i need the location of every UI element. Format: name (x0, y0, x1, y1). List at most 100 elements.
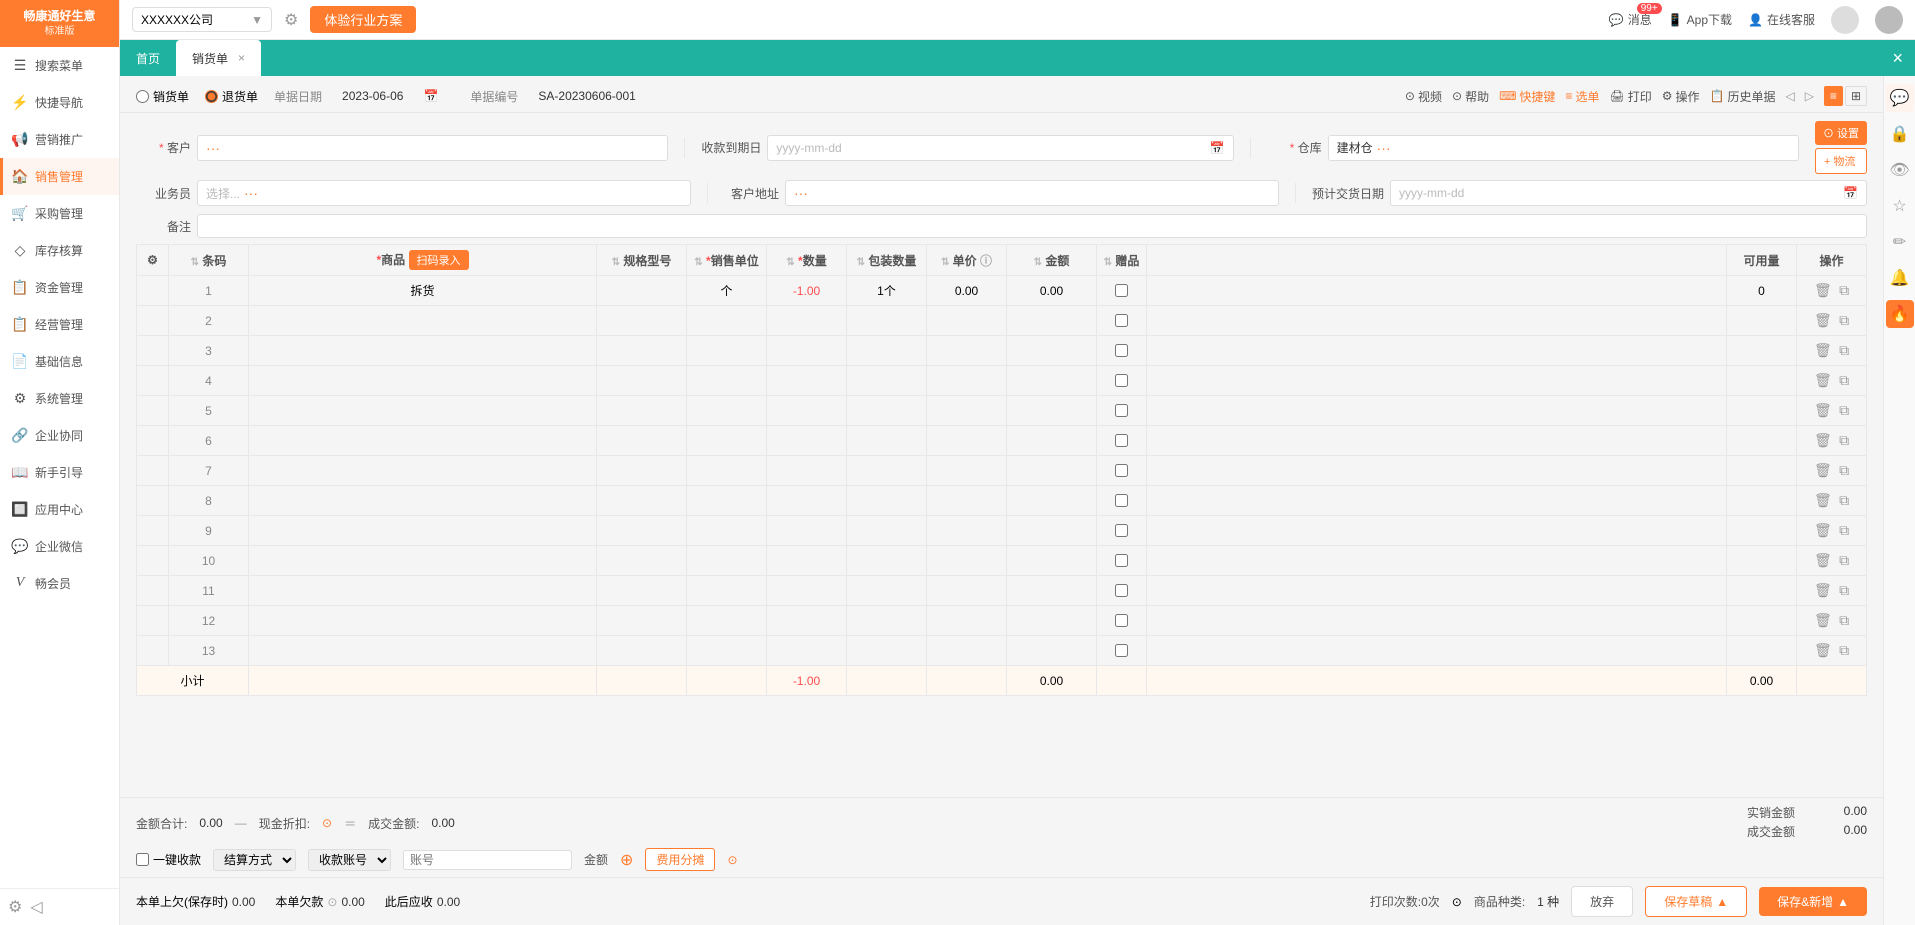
row-unit[interactable] (687, 426, 767, 456)
row-spec[interactable] (597, 396, 687, 426)
row-amount[interactable] (1007, 636, 1097, 666)
row-price[interactable] (927, 606, 1007, 636)
row-unit[interactable] (687, 486, 767, 516)
gift-checkbox[interactable] (1115, 554, 1128, 567)
th-spec[interactable]: ⇅ 规格型号 (597, 245, 687, 276)
operate-btn[interactable]: ⚙ 操作 (1662, 88, 1700, 105)
row-amount[interactable] (1007, 576, 1097, 606)
sidebar-item-marketing[interactable]: 📢 营销推广 (0, 121, 119, 158)
gift-checkbox[interactable] (1115, 344, 1128, 357)
row-qty[interactable] (767, 366, 847, 396)
sidebar-item-finance[interactable]: 📋 资金管理 (0, 269, 119, 306)
copy-row-btn[interactable]: ⧉ (1839, 402, 1849, 418)
th-amount[interactable]: ⇅ 金额 (1007, 245, 1097, 276)
row-gift[interactable] (1097, 306, 1147, 336)
row-gift[interactable] (1097, 516, 1147, 546)
delete-row-btn[interactable]: 🗑 (1814, 492, 1832, 508)
nav-next-icon[interactable]: ▷ (1805, 89, 1814, 103)
row-spec[interactable] (597, 486, 687, 516)
due-date-input[interactable]: yyyy-mm-dd 📅 (767, 135, 1233, 161)
row-gift[interactable] (1097, 396, 1147, 426)
company-selector[interactable]: XXXXXX公司 ▼ (132, 7, 272, 32)
row-qty[interactable] (767, 426, 847, 456)
th-price[interactable]: ⇅ 单价 ⓘ (927, 245, 1007, 276)
sidebar-item-system[interactable]: ⚙ 系统管理 (0, 380, 119, 417)
sidebar-item-app-center[interactable]: 🔲 应用中心 (0, 491, 119, 528)
salesperson-input[interactable]: 选择... ··· (197, 180, 691, 206)
row-qty[interactable] (767, 546, 847, 576)
row-spec[interactable] (597, 306, 687, 336)
row-gift[interactable] (1097, 636, 1147, 666)
row-unit[interactable] (687, 336, 767, 366)
row-product[interactable] (249, 636, 597, 666)
row-price[interactable] (927, 426, 1007, 456)
trial-button[interactable]: 体验行业方案 (310, 6, 416, 33)
account-number-input[interactable] (403, 850, 572, 870)
row-unit[interactable] (687, 636, 767, 666)
row-amount[interactable] (1007, 456, 1097, 486)
row-unit[interactable] (687, 456, 767, 486)
row-pkgqty[interactable] (847, 486, 927, 516)
row-note[interactable] (1147, 486, 1727, 516)
view-list-btn[interactable]: ≡ (1824, 86, 1843, 106)
gift-checkbox[interactable] (1115, 464, 1128, 477)
row-pkgqty[interactable] (847, 336, 927, 366)
row-qty[interactable] (767, 636, 847, 666)
settings-icon[interactable]: ⚙ (284, 10, 298, 30)
row-spec[interactable] (597, 546, 687, 576)
row-unit[interactable] (687, 306, 767, 336)
message-btn[interactable]: 💬 消息 99+ (1609, 11, 1652, 28)
row-note[interactable] (1147, 546, 1727, 576)
sidebar-item-operations[interactable]: 📋 经营管理 (0, 306, 119, 343)
gift-checkbox[interactable] (1115, 284, 1128, 297)
row-qty[interactable] (767, 306, 847, 336)
row-pkgqty[interactable] (847, 306, 927, 336)
row-gift[interactable] (1097, 426, 1147, 456)
sidebar-item-basic-info[interactable]: 📄 基础信息 (0, 343, 119, 380)
row-qty[interactable] (767, 396, 847, 426)
row-spec[interactable] (597, 276, 687, 306)
row-amount[interactable] (1007, 546, 1097, 576)
row-amount[interactable] (1007, 516, 1097, 546)
sidebar-item-purchase[interactable]: 🛒 采购管理 (0, 195, 119, 232)
row-gift[interactable] (1097, 546, 1147, 576)
row-amount[interactable] (1007, 426, 1097, 456)
row-pkgqty[interactable] (847, 396, 927, 426)
row-spec[interactable] (597, 426, 687, 456)
row-price[interactable] (927, 516, 1007, 546)
remark-input[interactable] (197, 214, 1867, 238)
balance-info-icon[interactable]: ⊙ (327, 895, 337, 909)
th-product[interactable]: *商品 扫码录入 (249, 245, 597, 276)
expense-btn[interactable]: 费用分摊 (645, 848, 715, 871)
row-unit[interactable] (687, 606, 767, 636)
copy-row-btn[interactable]: ⧉ (1839, 492, 1849, 508)
row-note[interactable] (1147, 606, 1727, 636)
customer-input[interactable]: ··· (197, 135, 668, 161)
row-product[interactable] (249, 606, 597, 636)
row-price[interactable] (927, 486, 1007, 516)
save-new-button[interactable]: 保存&新增 ▲ (1759, 887, 1867, 916)
delete-row-btn[interactable]: 🗑 (1814, 282, 1832, 298)
row-pkgqty[interactable] (847, 516, 927, 546)
row-product[interactable] (249, 306, 597, 336)
row-note[interactable] (1147, 276, 1727, 306)
copy-row-btn[interactable]: ⧉ (1839, 642, 1849, 658)
row-price[interactable] (927, 366, 1007, 396)
sale-radio[interactable]: 销货单 (136, 88, 189, 105)
right-icon-edit[interactable]: ✏ (1886, 228, 1914, 256)
th-barcode[interactable]: ⇅ 条码 (169, 245, 249, 276)
row-gift[interactable] (1097, 486, 1147, 516)
copy-row-btn[interactable]: ⧉ (1839, 522, 1849, 538)
row-price[interactable] (927, 396, 1007, 426)
row-amount[interactable] (1007, 396, 1097, 426)
row-qty[interactable] (767, 336, 847, 366)
row-product[interactable] (249, 546, 597, 576)
copy-row-btn[interactable]: ⧉ (1839, 342, 1849, 358)
gift-checkbox[interactable] (1115, 374, 1128, 387)
gift-checkbox[interactable] (1115, 584, 1128, 597)
row-note[interactable] (1147, 636, 1727, 666)
tab-home[interactable]: 首页 (120, 40, 176, 76)
discount-info-icon[interactable]: ⊙ (322, 816, 332, 830)
row-spec[interactable] (597, 366, 687, 396)
settings-side-btn[interactable]: ⊙ 设置 (1815, 121, 1867, 145)
